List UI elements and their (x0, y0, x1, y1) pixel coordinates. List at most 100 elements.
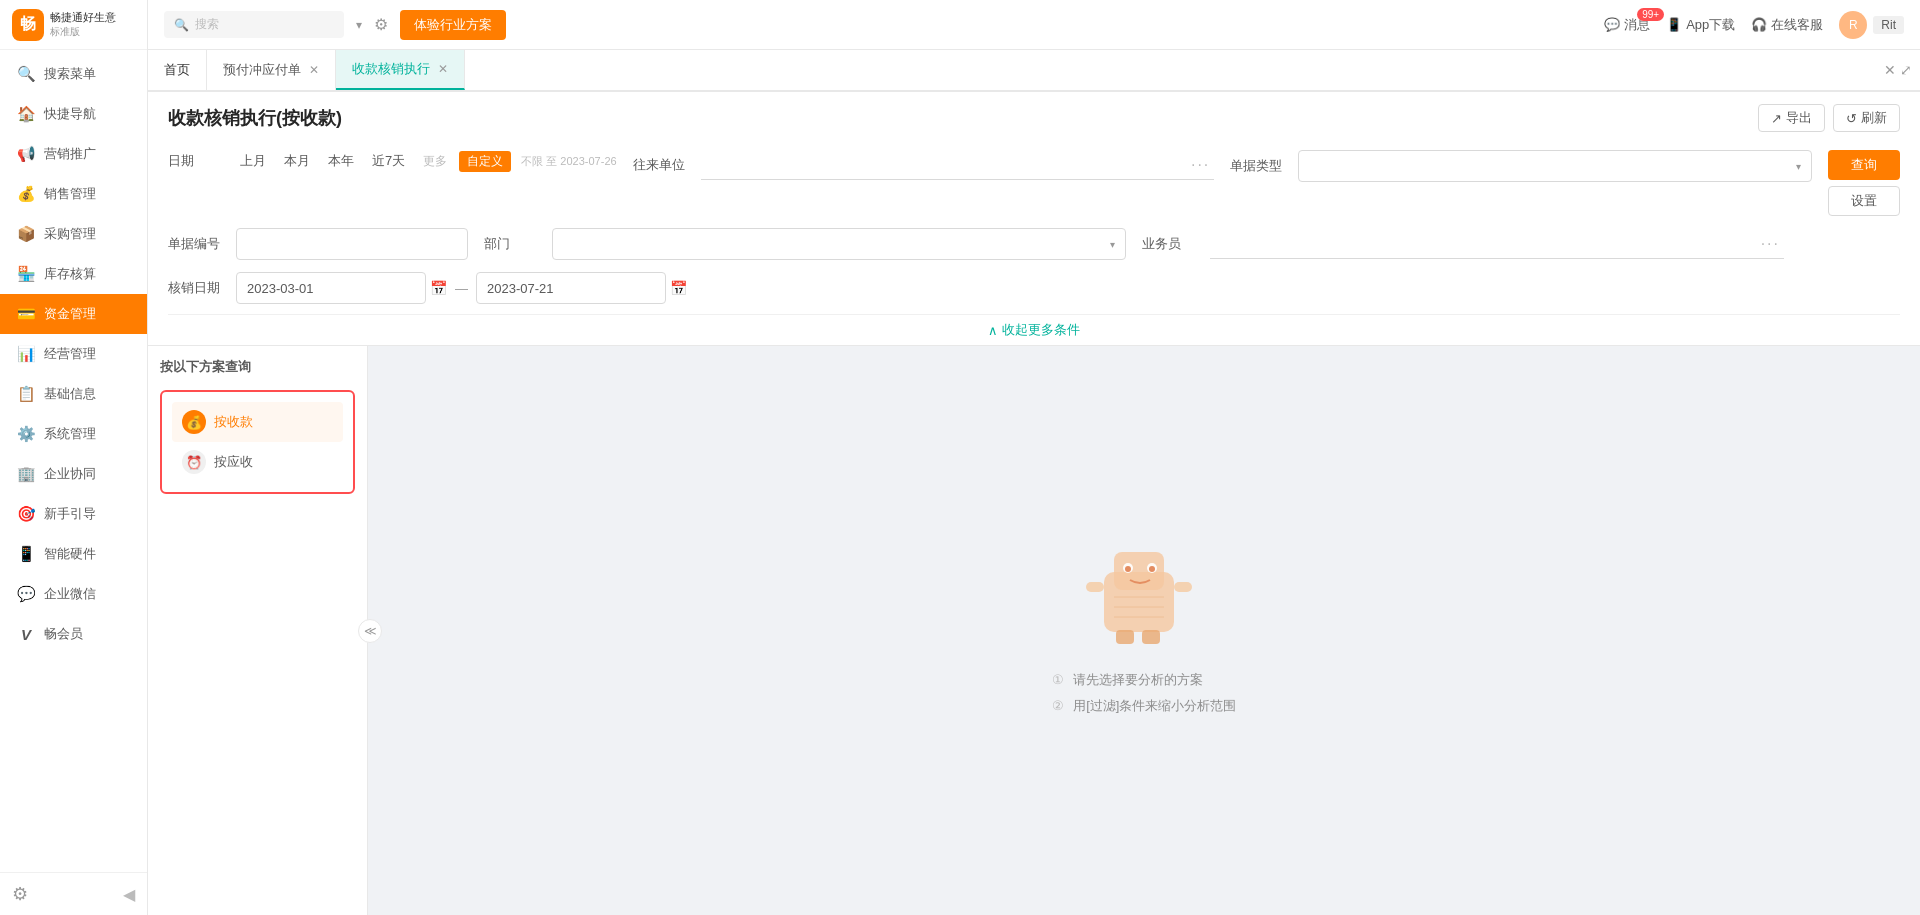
sidebar-collapse-icon[interactable]: ◀ (123, 885, 135, 904)
sidebar-item-member[interactable]: V 畅会员 (0, 614, 147, 654)
date-7days[interactable]: 近7天 (366, 150, 411, 172)
quick-nav-icon: 🏠 (16, 104, 36, 124)
sidebar-item-label: 企业微信 (44, 585, 96, 603)
header-search[interactable]: 🔍 搜索 (164, 11, 344, 38)
header-left: 🔍 搜索 ▾ ⚙ 体验行业方案 (164, 10, 506, 40)
sidebar: 畅 畅捷通好生意 标准版 🔍 搜索菜单 🏠 快捷导航 📢 营销推广 💰 销售管理… (0, 0, 148, 915)
calendar-end-icon[interactable]: 📅 (670, 280, 687, 296)
sidebar-item-marketing[interactable]: 📢 营销推广 (0, 134, 147, 174)
tab-receipt-offset-close[interactable]: ✕ (438, 62, 448, 76)
salesperson-input[interactable]: ··· (1210, 229, 1784, 259)
collapse-bar[interactable]: ∧ 收起更多条件 (982, 315, 1086, 345)
user-avatar[interactable]: R Rit (1839, 11, 1904, 39)
sidebar-item-wecom[interactable]: 💬 企业微信 (0, 574, 147, 614)
sidebar-item-finance[interactable]: 💳 资金管理 (0, 294, 147, 334)
left-panel-collapse-btn[interactable]: ≪ (358, 619, 382, 643)
left-panel-box: 💰 按收款 ⏰ 按应收 (160, 390, 355, 494)
sidebar-item-purchase[interactable]: 📦 采购管理 (0, 214, 147, 254)
offset-date-end-input[interactable] (476, 272, 666, 304)
doc-type-select[interactable]: ▾ (1298, 150, 1812, 182)
app-download-button[interactable]: 📱 App下载 (1666, 16, 1735, 34)
date-this-month[interactable]: 本月 (278, 150, 316, 172)
logo-icon: 畅 (12, 9, 44, 41)
counterparty-input[interactable]: ··· (701, 150, 1215, 180)
query-button[interactable]: 查询 (1828, 150, 1900, 180)
sidebar-item-system[interactable]: ⚙️ 系统管理 (0, 414, 147, 454)
offset-date-label: 核销日期 (168, 279, 228, 297)
date-more[interactable]: 更多 (417, 151, 453, 172)
export-icon: ↗ (1771, 111, 1782, 126)
svg-rect-8 (1086, 582, 1104, 592)
online-service-icon: 🎧 (1751, 17, 1767, 32)
svg-rect-9 (1174, 582, 1192, 592)
online-service-button[interactable]: 🎧 在线客服 (1751, 16, 1823, 34)
setting-button[interactable]: 设置 (1828, 186, 1900, 216)
tab-expand-icon[interactable]: ⤢ (1900, 62, 1912, 78)
dept-select[interactable]: ▾ (552, 228, 1126, 260)
sidebar-item-quick-nav[interactable]: 🏠 快捷导航 (0, 94, 147, 134)
sidebar-item-smart-hw[interactable]: 📱 智能硬件 (0, 534, 147, 574)
left-panel-title: 按以下方案查询 (160, 358, 355, 382)
date-last-month[interactable]: 上月 (234, 150, 272, 172)
by-receipt-label: 按收款 (214, 413, 253, 431)
refresh-button[interactable]: ↺ 刷新 (1833, 104, 1900, 132)
svg-point-4 (1125, 566, 1131, 572)
doc-num-input[interactable] (236, 228, 468, 260)
sidebar-item-search-menu[interactable]: 🔍 搜索菜单 (0, 54, 147, 94)
tab-prepay[interactable]: 预付冲应付单 ✕ (207, 50, 336, 90)
main-area: 🔍 搜索 ▾ ⚙ 体验行业方案 💬 消息 99+ 📱 App下载 🎧 在线客服 (148, 0, 1920, 915)
industry-solution-button[interactable]: 体验行业方案 (400, 10, 506, 40)
offset-date-group: 核销日期 📅 — 📅 (168, 272, 687, 304)
doc-num-label: 单据编号 (168, 235, 228, 253)
header-dropdown-icon[interactable]: ▾ (356, 18, 362, 32)
sidebar-item-guide[interactable]: 🎯 新手引导 (0, 494, 147, 534)
tab-prepay-close[interactable]: ✕ (309, 63, 319, 77)
sidebar-item-enterprise[interactable]: 🏢 企业协同 (0, 454, 147, 494)
tab-home[interactable]: 首页 (148, 50, 207, 90)
sidebar-item-label: 经营管理 (44, 345, 96, 363)
offset-date-start-input[interactable] (236, 272, 426, 304)
tab-close-all-icon[interactable]: ✕ (1884, 62, 1896, 78)
counterparty-label: 往来单位 (633, 156, 693, 174)
doc-type-chevron: ▾ (1796, 161, 1801, 172)
app-download-label: App下载 (1686, 16, 1735, 34)
filter-option-by-receivable[interactable]: ⏰ 按应收 (172, 442, 343, 482)
counterparty-group: 往来单位 ··· (633, 150, 1215, 180)
empty-hint-1-text: 请先选择要分析的方案 (1073, 672, 1203, 687)
svg-rect-7 (1142, 630, 1160, 644)
counterparty-dots[interactable]: ··· (1191, 156, 1210, 174)
date-custom-badge[interactable]: 自定义 (459, 151, 511, 172)
smart-hw-icon: 📱 (16, 544, 36, 564)
sidebar-item-label: 新手引导 (44, 505, 96, 523)
tab-receipt-offset[interactable]: 收款核销执行 ✕ (336, 50, 465, 90)
sidebar-nav: 🔍 搜索菜单 🏠 快捷导航 📢 营销推广 💰 销售管理 📦 采购管理 🏪 库存核… (0, 50, 147, 872)
query-btn-group: 查询 设置 (1828, 150, 1900, 216)
salesperson-dots[interactable]: ··· (1761, 235, 1780, 253)
empty-num-2: ② (1052, 698, 1064, 713)
basic-info-icon: 📋 (16, 384, 36, 404)
empty-text: ① 请先选择要分析的方案 ② 用[过滤]条件来缩小分析范围 (1052, 667, 1237, 719)
inventory-icon: 🏪 (16, 264, 36, 284)
export-label: 导出 (1786, 109, 1812, 127)
sidebar-item-operations[interactable]: 📊 经营管理 (0, 334, 147, 374)
offset-date-start-wrap: 📅 (236, 272, 447, 304)
header-gear-icon[interactable]: ⚙ (374, 15, 388, 34)
sidebar-item-basic-info[interactable]: 📋 基础信息 (0, 374, 147, 414)
sidebar-item-label: 系统管理 (44, 425, 96, 443)
message-button[interactable]: 💬 消息 99+ (1604, 16, 1650, 34)
user-name: Rit (1873, 16, 1904, 34)
sidebar-item-sales[interactable]: 💰 销售管理 (0, 174, 147, 214)
export-button[interactable]: ↗ 导出 (1758, 104, 1825, 132)
app-logo: 畅 畅捷通好生意 标准版 (0, 0, 147, 50)
date-this-year[interactable]: 本年 (322, 150, 360, 172)
calendar-start-icon[interactable]: 📅 (430, 280, 447, 296)
sidebar-item-inventory[interactable]: 🏪 库存核算 (0, 254, 147, 294)
finance-icon: 💳 (16, 304, 36, 324)
empty-robot-svg (1084, 542, 1204, 652)
member-icon: V (16, 624, 36, 644)
filter-option-by-receipt[interactable]: 💰 按收款 (172, 402, 343, 442)
collapse-bar-wrapper: ∧ 收起更多条件 (168, 314, 1900, 345)
sidebar-settings-icon[interactable]: ⚙ (12, 883, 28, 905)
tab-home-label: 首页 (164, 61, 190, 79)
sidebar-item-label: 企业协同 (44, 465, 96, 483)
